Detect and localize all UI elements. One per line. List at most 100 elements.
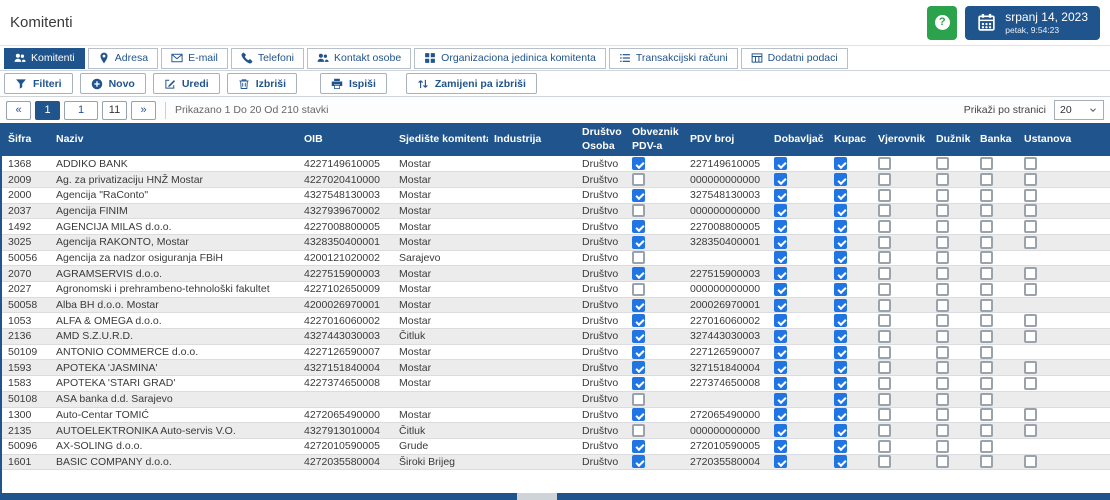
button-zamijeni-pa-izbrisi[interactable]: Zamijeni pa izbriši — [405, 73, 537, 94]
checkbox-banka[interactable] — [980, 282, 993, 296]
checkbox-banka[interactable] — [980, 251, 993, 265]
button-uredi[interactable]: Uredi — [152, 73, 220, 94]
table-row[interactable]: 50058 Alba BH d.o.o. Mostar 4200026970001 M… — [2, 297, 1110, 314]
checkbox-kupac[interactable] — [834, 251, 847, 265]
checkbox-banka[interactable] — [980, 424, 993, 438]
checkbox-duznik[interactable] — [936, 235, 949, 249]
checkbox-dobavljac[interactable] — [774, 345, 787, 359]
checkbox-obveznik_pdv[interactable] — [632, 235, 645, 249]
checkbox-kupac[interactable] — [834, 173, 847, 187]
checkbox-kupac[interactable] — [834, 157, 847, 171]
checkbox-obveznik_pdv[interactable] — [632, 282, 645, 296]
checkbox-obveznik_pdv[interactable] — [632, 204, 645, 218]
table-row[interactable]: 2037 Agencija FINIM 4327939670002 Mostar Dru… — [2, 203, 1110, 220]
checkbox-duznik[interactable] — [936, 376, 949, 390]
checkbox-obveznik_pdv[interactable] — [632, 251, 645, 265]
checkbox-duznik[interactable] — [936, 392, 949, 406]
checkbox-vjerovnik[interactable] — [878, 173, 891, 187]
checkbox-kupac[interactable] — [834, 267, 847, 281]
checkbox-obveznik_pdv[interactable] — [632, 267, 645, 281]
checkbox-dobavljac[interactable] — [774, 157, 787, 171]
checkbox-banka[interactable] — [980, 157, 993, 171]
table-row[interactable]: 50096 AX-SOLING d.o.o. 4272010590005 Grude D… — [2, 438, 1110, 455]
checkbox-dobavljac[interactable] — [774, 314, 787, 328]
column-header-sifra[interactable]: Šifra — [2, 123, 50, 156]
checkbox-obveznik_pdv[interactable] — [632, 439, 645, 453]
checkbox-vjerovnik[interactable] — [878, 314, 891, 328]
first-page-button[interactable]: « — [6, 100, 31, 120]
horizontal-scrollbar[interactable] — [0, 493, 1110, 500]
checkbox-kupac[interactable] — [834, 376, 847, 390]
checkbox-obveznik_pdv[interactable] — [632, 376, 645, 390]
checkbox-ustanova[interactable] — [1024, 188, 1037, 202]
checkbox-duznik[interactable] — [936, 361, 949, 375]
checkbox-banka[interactable] — [980, 455, 993, 469]
checkbox-vjerovnik[interactable] — [878, 455, 891, 469]
checkbox-duznik[interactable] — [936, 408, 949, 422]
table-row[interactable]: 50056 Agencija za nadzor osiguranja FBiH 4… — [2, 250, 1110, 267]
checkbox-obveznik_pdv[interactable] — [632, 173, 645, 187]
checkbox-vjerovnik[interactable] — [878, 408, 891, 422]
checkbox-dobavljac[interactable] — [774, 408, 787, 422]
checkbox-kupac[interactable] — [834, 408, 847, 422]
checkbox-dobavljac[interactable] — [774, 235, 787, 249]
tab-adresa[interactable]: Adresa — [87, 47, 159, 69]
checkbox-obveznik_pdv[interactable] — [632, 455, 645, 469]
column-header-obveznik_pdv[interactable]: Obveznik PDV-a — [626, 123, 684, 156]
checkbox-ustanova[interactable] — [1024, 235, 1037, 249]
table-row[interactable]: 2027 Agronomski i prehrambeno-tehnološki … — [2, 281, 1110, 298]
checkbox-banka[interactable] — [980, 329, 993, 343]
tab-transakcijski-racuni[interactable]: Transakcijski računi — [608, 47, 738, 69]
checkbox-ustanova[interactable] — [1024, 157, 1037, 171]
tab-komitenti[interactable]: Komitenti — [4, 47, 85, 69]
column-header-vjerovnik[interactable]: Vjerovnik — [872, 123, 930, 156]
checkbox-kupac[interactable] — [834, 298, 847, 312]
checkbox-vjerovnik[interactable] — [878, 235, 891, 249]
checkbox-vjerovnik[interactable] — [878, 251, 891, 265]
checkbox-kupac[interactable] — [834, 314, 847, 328]
checkbox-dobavljac[interactable] — [774, 173, 787, 187]
table-row[interactable]: 2135 AUTOELEKTRONIKA Auto-servis V.O. 4327… — [2, 422, 1110, 439]
checkbox-kupac[interactable] — [834, 392, 847, 406]
checkbox-obveznik_pdv[interactable] — [632, 424, 645, 438]
checkbox-banka[interactable] — [980, 298, 993, 312]
checkbox-obveznik_pdv[interactable] — [632, 329, 645, 343]
total-pages-button[interactable]: 11 — [102, 100, 127, 120]
checkbox-obveznik_pdv[interactable] — [632, 157, 645, 171]
checkbox-vjerovnik[interactable] — [878, 439, 891, 453]
checkbox-banka[interactable] — [980, 361, 993, 375]
checkbox-duznik[interactable] — [936, 282, 949, 296]
checkbox-dobavljac[interactable] — [774, 361, 787, 375]
checkbox-duznik[interactable] — [936, 188, 949, 202]
table-row[interactable]: 3025 Agencija RAKONTO, Mostar 432835040000… — [2, 234, 1110, 251]
checkbox-dobavljac[interactable] — [774, 424, 787, 438]
column-header-duznik[interactable]: Dužnik — [930, 123, 974, 156]
checkbox-obveznik_pdv[interactable] — [632, 345, 645, 359]
checkbox-duznik[interactable] — [936, 298, 949, 312]
checkbox-vjerovnik[interactable] — [878, 282, 891, 296]
checkbox-vjerovnik[interactable] — [878, 220, 891, 234]
checkbox-vjerovnik[interactable] — [878, 376, 891, 390]
button-ispisi[interactable]: Ispiši — [320, 73, 387, 94]
checkbox-kupac[interactable] — [834, 235, 847, 249]
checkbox-banka[interactable] — [980, 408, 993, 422]
checkbox-duznik[interactable] — [936, 267, 949, 281]
checkbox-obveznik_pdv[interactable] — [632, 392, 645, 406]
checkbox-ustanova[interactable] — [1024, 408, 1037, 422]
checkbox-obveznik_pdv[interactable] — [632, 408, 645, 422]
checkbox-banka[interactable] — [980, 345, 993, 359]
checkbox-dobavljac[interactable] — [774, 204, 787, 218]
checkbox-dobavljac[interactable] — [774, 392, 787, 406]
checkbox-ustanova[interactable] — [1024, 204, 1037, 218]
checkbox-duznik[interactable] — [936, 157, 949, 171]
checkbox-vjerovnik[interactable] — [878, 329, 891, 343]
checkbox-ustanova[interactable] — [1024, 455, 1037, 469]
checkbox-banka[interactable] — [980, 376, 993, 390]
column-header-pdv_broj[interactable]: PDV broj — [684, 123, 768, 156]
table-row[interactable]: 1583 APOTEKA 'STARI GRAD' 4227374650008 Mos… — [2, 375, 1110, 392]
table-row[interactable]: 1492 AGENCIJA MILAS d.o.o. 4227008800005 Mo… — [2, 218, 1110, 235]
checkbox-ustanova[interactable] — [1024, 424, 1037, 438]
checkbox-banka[interactable] — [980, 267, 993, 281]
checkbox-obveznik_pdv[interactable] — [632, 220, 645, 234]
checkbox-banka[interactable] — [980, 235, 993, 249]
